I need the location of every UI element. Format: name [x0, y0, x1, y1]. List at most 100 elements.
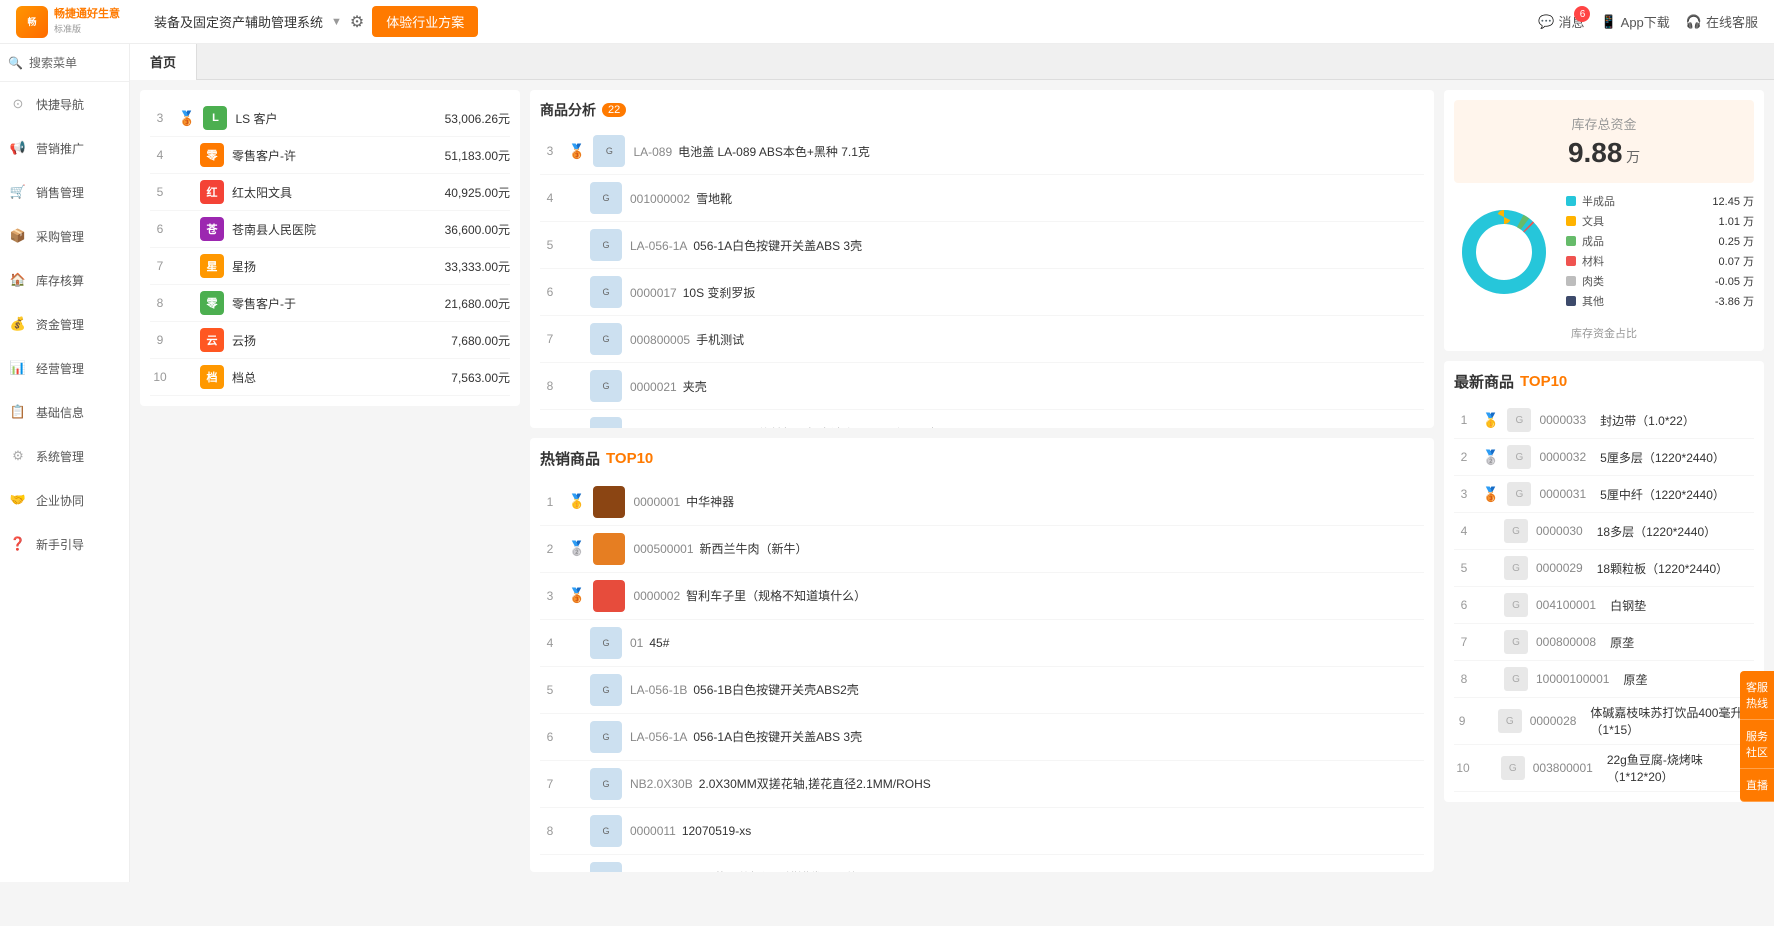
sidebar-item-marketing[interactable]: 📢 营销推广 — [0, 126, 129, 170]
customer-value-5: 40,925.00元 — [445, 184, 510, 201]
new-prod-name-8: 原垄 — [1623, 671, 1647, 688]
system-selector[interactable]: 装备及固定资产辅助管理系统 ▼ ⚙ — [154, 12, 364, 32]
scroll-prod-name-8: 夹壳 — [683, 380, 707, 394]
new-prod-4: 4 G 0000030 18多层（1220*2440） — [1454, 513, 1754, 550]
trial-button[interactable]: 体验行业方案 — [372, 6, 478, 37]
legend-item-0: 半成品 12.45 万 — [1566, 193, 1754, 209]
message-icon: 💬 — [1538, 14, 1554, 30]
rank-number-3: 3 — [150, 111, 170, 125]
sidebar-label-quick-nav: 快捷导航 — [36, 96, 84, 113]
hot-prod-8: 8 G 000001112070519-xs — [540, 808, 1424, 855]
new-prod-code-4: 0000030 — [1536, 524, 1583, 538]
legend-name-3: 材料 — [1582, 253, 1713, 269]
hot-prod-1: 1 🥇 0000001中华神器 — [540, 479, 1424, 526]
new-prod-name-3: 5厘中纤（1220*2440） — [1600, 486, 1725, 503]
customer-avatar-7: 星 — [200, 254, 224, 278]
customer-service-button[interactable]: 🎧 在线客服 — [1686, 12, 1758, 31]
sidebar-item-purchase[interactable]: 📦 采购管理 — [0, 214, 129, 258]
new-prod-7: 7 G 000800008 原垄 — [1454, 624, 1754, 661]
sidebar-item-finance[interactable]: 💰 资金管理 — [0, 302, 129, 346]
newest-products-title: 最新商品 TOP10 — [1454, 371, 1754, 392]
scroll-prod-6: 6 G 000001710S 变刹罗扳 — [540, 269, 1424, 316]
scroll-prod-img-9: G — [590, 417, 622, 428]
float-btn-service[interactable]: 客服 热线 — [1740, 671, 1774, 720]
home-icon: ⊙ — [8, 94, 28, 114]
hot-prod-code-8: 0000011 — [630, 824, 676, 838]
hot-prod-7: 7 G NB2.0X30B2.0X30MM双搓花轴,搓花直径2.1MM/ROHS — [540, 761, 1424, 808]
rank-item-8: 8 零 零售客户-于 21,680.00元 — [150, 285, 510, 322]
hot-prod-img-1 — [593, 486, 625, 518]
legend-val-2: 0.25 万 — [1719, 233, 1754, 249]
sidebar-item-system[interactable]: ⚙ 系统管理 — [0, 434, 129, 478]
sidebar-label-purchase: 采购管理 — [36, 228, 84, 245]
rank-number-10: 10 — [150, 370, 170, 384]
customer-name-8: 零售客户-于 — [232, 295, 437, 312]
float-btn-community[interactable]: 服务 社区 — [1740, 720, 1774, 769]
float-btn-live[interactable]: 直播 — [1740, 769, 1774, 802]
logo-area: 畅 畅捷通好生意 标准版 — [16, 6, 146, 38]
hot-prod-3: 3 🥉 0000002智利车子里（规格不知道填什么） — [540, 573, 1424, 620]
customer-name-6: 苍南县人民医院 — [232, 221, 437, 238]
hot-prod-9: 9 G KK-SD22110H花语萌恒温分罐罐袋（厚款） — [540, 855, 1424, 872]
customer-rankings-card: 3 🥉 L LS 客户 53,006.26元 4 零 零售客户-许 51,183… — [140, 90, 520, 406]
message-badge: 6 — [1574, 6, 1590, 22]
hot-prod-img-8: G — [590, 815, 622, 847]
sidebar: 🔍 搜索菜单 ⊙ 快捷导航 📢 营销推广 🛒 销售管理 📦 采购管理 🏠 库存核… — [0, 44, 130, 882]
app-header: 畅 畅捷通好生意 标准版 装备及固定资产辅助管理系统 ▼ ⚙ 体验行业方案 💬 … — [0, 0, 1774, 44]
customer-value-7: 33,333.00元 — [445, 258, 510, 275]
messages-button[interactable]: 💬 消息 6 — [1538, 12, 1584, 31]
new-prod-9: 9 G 0000028 体碱嘉枝味苏打饮品400毫升（1*15） — [1454, 698, 1754, 745]
inventory-total-box: 库存总资金 9.88 万 — [1454, 100, 1754, 183]
phone-icon: 📱 — [1600, 14, 1616, 30]
hot-prod-img-2 — [593, 533, 625, 565]
new-prod-name-2: 5厘多层（1220*2440） — [1600, 449, 1725, 466]
inventory-unit: 万 — [1626, 149, 1640, 165]
new-prod-6: 6 G 004100001 白钢垫 — [1454, 587, 1754, 624]
new-prod-8: 8 G 10000100001 原垄 — [1454, 661, 1754, 698]
gear-icon[interactable]: ⚙ — [350, 12, 364, 32]
hot-prod-code-3: 0000002 — [633, 589, 680, 603]
tab-home[interactable]: 首页 — [130, 44, 197, 80]
scroll-products-list[interactable]: 3 🥉 G LA-089电池盖 LA-089 ABS本色+黑种 7.1克 4 G… — [540, 128, 1424, 428]
hot-prod-6: 6 G LA-056-1A056-1A白色按键开关盖ABS 3壳 — [540, 714, 1424, 761]
sidebar-item-coop[interactable]: 🤝 企业协同 — [0, 478, 129, 522]
hot-prod-code-2: 000500001 — [633, 542, 693, 556]
sales-icon: 🛒 — [8, 182, 28, 202]
legend-name-1: 文具 — [1582, 213, 1713, 229]
rank-number-4: 4 — [150, 148, 170, 162]
scroll-prod-code-3: LA-089 — [633, 145, 672, 159]
legend-name-4: 肉类 — [1582, 273, 1709, 289]
scroll-prod-9: 9 G LA-59651-1B59651-1B旋转投影灯电池盒 ABS黑色+58… — [540, 410, 1424, 428]
scroll-prod-img-5: G — [590, 229, 622, 261]
logo-subtitle: 标准版 — [54, 22, 120, 35]
inventory-amount: 9.88 — [1568, 137, 1623, 168]
guide-icon: ❓ — [8, 534, 28, 554]
newest-products-card: 最新商品 TOP10 1 🥇 G 0000033 封边带（1.0*22） 2 🥈… — [1444, 361, 1764, 802]
legend-val-0: 12.45 万 — [1712, 193, 1754, 209]
customer-avatar-5: 红 — [200, 180, 224, 204]
sidebar-item-operations[interactable]: 📊 经营管理 — [0, 346, 129, 390]
scroll-prod-code-8: 0000021 — [630, 380, 677, 394]
hot-prod-img-6: G — [590, 721, 622, 753]
sidebar-label-inventory: 库存核算 — [36, 272, 84, 289]
medal-bronze-icon: 🥉 — [178, 110, 195, 127]
legend-val-5: -3.86 万 — [1715, 293, 1754, 309]
sidebar-item-inventory[interactable]: 🏠 库存核算 — [0, 258, 129, 302]
customer-avatar-10: 档 — [200, 365, 224, 389]
sidebar-item-basic[interactable]: 📋 基础信息 — [0, 390, 129, 434]
search-menu[interactable]: 🔍 搜索菜单 — [0, 44, 129, 82]
sidebar-item-quick-nav[interactable]: ⊙ 快捷导航 — [0, 82, 129, 126]
app-download-button[interactable]: 📱 App下载 — [1600, 12, 1669, 31]
inventory-amount-line: 9.88 万 — [1468, 137, 1740, 169]
sidebar-item-sales[interactable]: 🛒 销售管理 — [0, 170, 129, 214]
legend-dot-4 — [1566, 276, 1576, 286]
scroll-prod-name-6: 10S 变刹罗扳 — [683, 286, 756, 300]
system-name: 装备及固定资产辅助管理系统 — [154, 12, 323, 31]
operations-icon: 📊 — [8, 358, 28, 378]
customer-value-6: 36,600.00元 — [445, 221, 510, 238]
new-prod-name-10: 22g鱼豆腐-烧烤味（1*12*20） — [1607, 751, 1754, 785]
rank-number-5: 5 — [150, 185, 170, 199]
hot-prod-name-6: 056-1A白色按键开关盖ABS 3壳 — [693, 730, 862, 744]
new-prod-1: 1 🥇 G 0000033 封边带（1.0*22） — [1454, 402, 1754, 439]
sidebar-item-guide[interactable]: ❓ 新手引导 — [0, 522, 129, 566]
